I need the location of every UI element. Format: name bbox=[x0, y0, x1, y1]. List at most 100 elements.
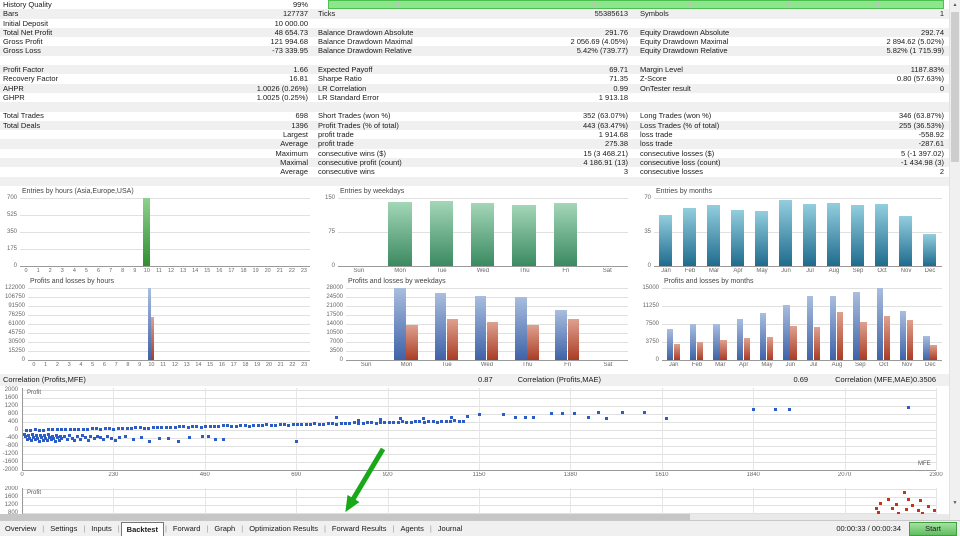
scatter-point bbox=[160, 426, 164, 430]
scroll-up-icon[interactable]: ▲ bbox=[950, 0, 960, 11]
scatter-point bbox=[330, 422, 334, 425]
stats-row: GHPR 1.0025 (0.25%) LR Standard Error 1 913… bbox=[0, 93, 950, 102]
tab-inputs[interactable]: Inputs bbox=[86, 522, 116, 535]
vertical-scrollbar[interactable]: ▲ ▼ bbox=[949, 0, 960, 520]
scatter-point bbox=[33, 428, 37, 432]
loss-bar bbox=[930, 344, 937, 360]
tab-graph[interactable]: Graph bbox=[209, 522, 240, 535]
scatter-point bbox=[392, 421, 396, 425]
x-tick-label: Jun bbox=[781, 268, 791, 274]
scatter-point bbox=[296, 422, 299, 426]
y-tick-label: 21000 bbox=[326, 303, 343, 309]
scatter-point bbox=[787, 408, 791, 412]
scatter-point bbox=[523, 415, 527, 419]
scatter-point bbox=[204, 424, 208, 428]
x-tick-label: Sat bbox=[603, 362, 613, 368]
entry-bar bbox=[470, 202, 495, 266]
scatter-point bbox=[221, 437, 225, 441]
tab-forward-results[interactable]: Forward Results bbox=[327, 522, 392, 535]
x-tick-label: Tue bbox=[441, 362, 452, 368]
stat-label: profit trade bbox=[318, 130, 354, 140]
scatter-point bbox=[322, 422, 326, 426]
stats-row: Total Deals 1396 Profit Trades (% of total… bbox=[0, 121, 950, 131]
x-axis-line bbox=[22, 470, 937, 471]
scroll-down-icon[interactable]: ▼ bbox=[950, 498, 960, 509]
vertical-scrollbar-thumb[interactable] bbox=[951, 12, 959, 162]
scatter-point bbox=[400, 420, 404, 424]
stat-label: Short Trades (won %) bbox=[318, 111, 391, 121]
axis-title-profit: Profit bbox=[27, 390, 42, 396]
stat-value: Average bbox=[280, 167, 308, 177]
tab-settings[interactable]: Settings bbox=[45, 522, 82, 535]
scatter-point bbox=[453, 419, 457, 423]
progress-separator bbox=[689, 1, 692, 9]
scatter-point bbox=[106, 435, 110, 438]
scatter-point bbox=[176, 440, 180, 444]
y-tick-label: 45750 bbox=[8, 330, 25, 336]
tab-agents[interactable]: Agents bbox=[395, 522, 428, 535]
entry-bar bbox=[553, 203, 578, 266]
x-tick-label: 1380 bbox=[563, 472, 578, 478]
x-tick-label: Jul bbox=[806, 268, 814, 274]
scatter-point bbox=[435, 420, 439, 424]
scatter-point bbox=[186, 425, 190, 429]
vertical-gridline bbox=[661, 388, 663, 470]
scatter-point bbox=[221, 424, 225, 428]
tab-optimization-results[interactable]: Optimization Results bbox=[244, 522, 323, 535]
profit-bar bbox=[515, 297, 527, 360]
scatter-point bbox=[326, 422, 330, 426]
y-tick-label: 24500 bbox=[326, 294, 343, 300]
y-axis-line bbox=[22, 388, 23, 470]
stats-row: Average consecutive wins 3 consecutive loss… bbox=[0, 167, 950, 176]
loss-bar bbox=[151, 316, 155, 360]
scatter-point bbox=[427, 420, 431, 424]
stat-label: Symbols bbox=[640, 9, 669, 19]
scatter-point bbox=[352, 421, 356, 425]
vertical-gridline bbox=[387, 488, 389, 516]
correlation-cell: Correlation (Profits,MAE) 0.69 bbox=[515, 374, 832, 386]
tab-backtest[interactable]: Backtest bbox=[120, 522, 164, 536]
stat-label: profit trade bbox=[318, 139, 354, 149]
start-button[interactable]: Start bbox=[909, 521, 957, 536]
scatter-point bbox=[309, 422, 313, 426]
loss-bar bbox=[860, 321, 867, 360]
scatter-point bbox=[252, 424, 256, 428]
x-tick-label: 17 bbox=[228, 268, 235, 274]
gridline bbox=[338, 198, 628, 199]
y-tick-label: 0 bbox=[339, 357, 343, 363]
tab-forward[interactable]: Forward bbox=[168, 522, 206, 535]
gridline bbox=[662, 306, 942, 307]
x-tick-label: Fri bbox=[564, 362, 572, 368]
scatter-point bbox=[295, 440, 299, 443]
y-tick-label: -800 bbox=[5, 443, 18, 449]
scatter-point bbox=[125, 427, 129, 431]
scatter-point bbox=[379, 421, 383, 425]
loss-bar bbox=[720, 340, 727, 360]
x-tick-label: 1840 bbox=[746, 472, 760, 478]
vertical-gridline bbox=[479, 488, 480, 516]
x-tick-label: Thu bbox=[519, 268, 530, 274]
gridline bbox=[20, 249, 310, 250]
chart-title: Profits and losses by months bbox=[664, 278, 754, 285]
x-axis-line bbox=[28, 360, 310, 361]
scatter-point bbox=[287, 423, 291, 427]
x-tick-label: 8 bbox=[121, 268, 125, 274]
y-tick-label: 15250 bbox=[8, 348, 25, 354]
scatter-point bbox=[621, 411, 625, 415]
stat-label: Margin Level bbox=[640, 64, 683, 74]
stat-value: 346 (63.87%) bbox=[898, 111, 944, 121]
y-tick-label: 30500 bbox=[8, 339, 25, 345]
tab-overview[interactable]: Overview bbox=[0, 522, 41, 535]
scatter-point bbox=[38, 428, 42, 432]
scatter-point bbox=[334, 416, 338, 420]
x-tick-label: 5 bbox=[84, 268, 88, 274]
x-tick-label: 13 bbox=[183, 362, 190, 368]
tab-journal[interactable]: Journal bbox=[433, 522, 468, 535]
stat-label: consecutive profit (count) bbox=[318, 157, 402, 167]
scatter-point bbox=[65, 437, 69, 441]
backtest-statistics-table: History Quality 99% Bars 127737 Ticks 5538561… bbox=[0, 0, 950, 186]
x-tick-label: Oct bbox=[878, 362, 889, 368]
vertical-gridline bbox=[753, 388, 755, 470]
scatter-point bbox=[348, 422, 352, 426]
scatter-point bbox=[265, 423, 269, 427]
